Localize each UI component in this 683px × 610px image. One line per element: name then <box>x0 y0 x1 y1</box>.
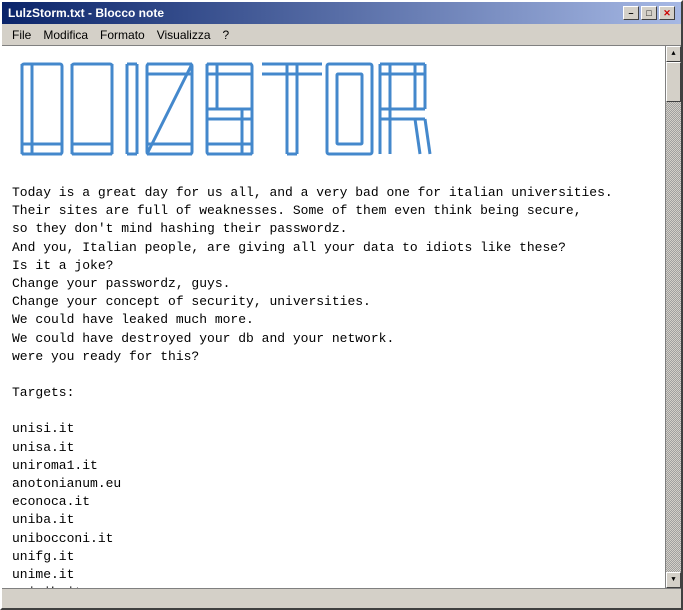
title-bar: LulzStorm.txt - Blocco note – □ ✕ <box>2 2 681 24</box>
menu-bar: File Modifica Formato Visualizza ? <box>2 24 681 46</box>
menu-file[interactable]: File <box>6 26 37 44</box>
lulzstorm-logo <box>12 54 442 164</box>
text-area[interactable]: Today is a great day for us all, and a v… <box>2 46 665 588</box>
title-bar-buttons: – □ ✕ <box>623 6 675 20</box>
menu-formato[interactable]: Formato <box>94 26 151 44</box>
menu-modifica[interactable]: Modifica <box>37 26 94 44</box>
window-title: LulzStorm.txt - Blocco note <box>8 6 164 20</box>
menu-visualizza[interactable]: Visualizza <box>151 26 217 44</box>
maximize-button[interactable]: □ <box>641 6 657 20</box>
scroll-thumb[interactable] <box>666 62 681 102</box>
content-area: Today is a great day for us all, and a v… <box>2 46 681 588</box>
status-bar <box>2 588 681 608</box>
close-button[interactable]: ✕ <box>659 6 675 20</box>
minimize-button[interactable]: – <box>623 6 639 20</box>
vertical-scrollbar[interactable]: ▲ ▼ <box>665 46 681 588</box>
menu-help[interactable]: ? <box>217 26 236 44</box>
scroll-down-button[interactable]: ▼ <box>666 572 681 588</box>
main-text-content: Today is a great day for us all, and a v… <box>12 184 655 588</box>
main-window: LulzStorm.txt - Blocco note – □ ✕ File M… <box>0 0 683 610</box>
logo-container <box>12 54 655 164</box>
scroll-track-space <box>666 102 681 572</box>
scroll-up-button[interactable]: ▲ <box>666 46 681 62</box>
